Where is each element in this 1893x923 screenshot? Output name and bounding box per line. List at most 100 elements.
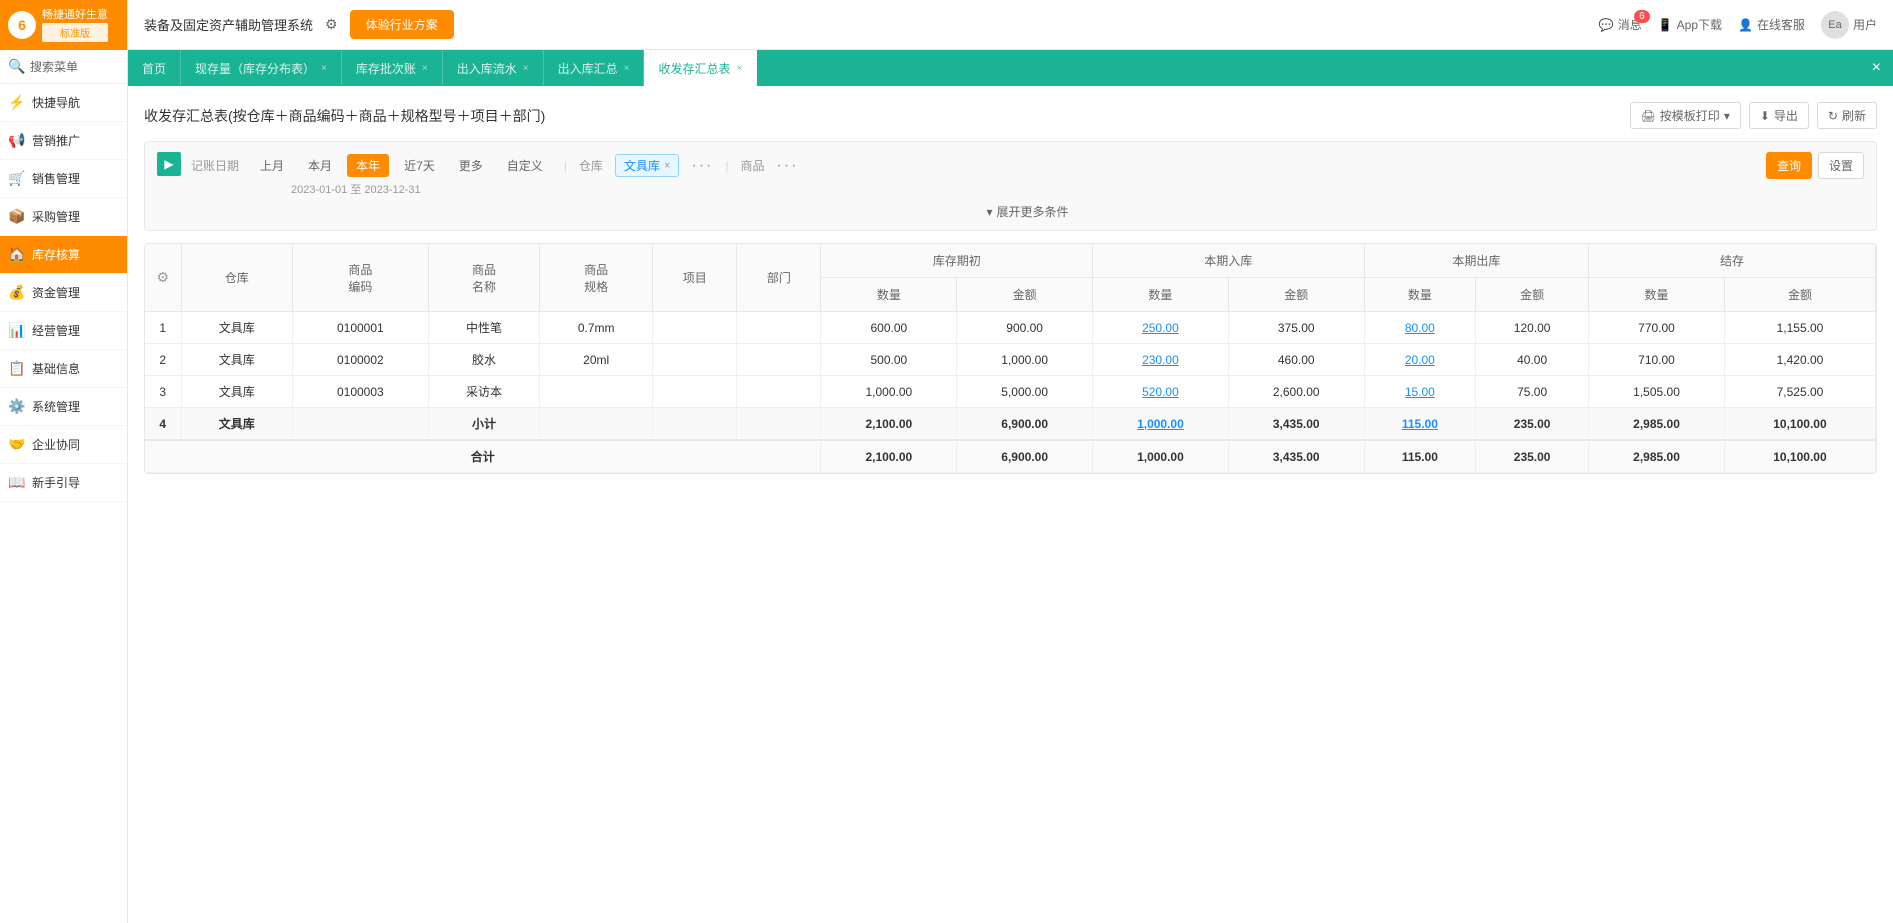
tab-home[interactable]: 首页 (128, 50, 181, 86)
date-btn-this-year[interactable]: 本年 (347, 154, 389, 177)
total-in-qty: 1,000.00 (1093, 440, 1229, 473)
quick-icon: ⚡ (8, 94, 26, 111)
cell-code (292, 408, 428, 441)
warehouse-more-button[interactable]: ··· (691, 157, 713, 175)
date-range-text: 2023-01-01 至 2023-12-31 (291, 184, 421, 196)
date-btn-more[interactable]: 更多 (450, 154, 492, 177)
th-warehouse: 仓库 (181, 244, 292, 312)
sidebar-item-sales[interactable]: 🛒 销售管理 (0, 160, 127, 198)
sidebar-item-system[interactable]: ⚙️ 系统管理 (0, 388, 127, 426)
table-settings-icon[interactable]: ⚙ (156, 269, 169, 285)
goods-more-button[interactable]: ··· (777, 157, 799, 175)
filter-divider-2: | (725, 159, 728, 173)
sidebar-item-marketing[interactable]: 📢 营销推广 (0, 122, 127, 160)
cell-in-qty: 520.00 (1093, 376, 1229, 408)
th-in-amt: 金额 (1228, 278, 1364, 312)
th-out-amt: 金额 (1476, 278, 1589, 312)
tab-recv-summary-close-icon[interactable]: × (736, 63, 742, 74)
cell-num: 3 (145, 376, 181, 408)
search-label: 搜索菜单 (30, 58, 78, 75)
sidebar-item-operation[interactable]: 📊 经营管理 (0, 312, 127, 350)
cell-dept (737, 376, 821, 408)
cell-name: 中性笔 (428, 312, 539, 344)
tab-batch[interactable]: 库存批次账 × (342, 50, 443, 86)
print-button[interactable]: 🖨 按模板打印 ▾ (1630, 102, 1741, 129)
avatar: Ea (1821, 11, 1849, 39)
cell-warehouse: 文具库 (181, 344, 292, 376)
date-btn-7days[interactable]: 近7天 (395, 154, 444, 177)
sidebar-item-basic[interactable]: 📋 基础信息 (0, 350, 127, 388)
tab-flow[interactable]: 出入库流水 × (443, 50, 544, 86)
cell-project (653, 344, 737, 376)
print-label: 按模板打印 (1660, 107, 1720, 124)
tab-batch-close-icon[interactable]: × (422, 63, 428, 74)
query-button[interactable]: 查询 (1766, 152, 1812, 179)
cell-close-amt: 1,420.00 (1724, 344, 1875, 376)
sidebar-item-corp[interactable]: 🤝 企业协同 (0, 426, 127, 464)
tab-summary-close-icon[interactable]: × (624, 63, 630, 74)
cell-open-qty: 1,000.00 (821, 376, 957, 408)
cell-project (653, 376, 737, 408)
sidebar: 6 畅捷通好生意 标准版 🔍 搜索菜单 ⚡ 快捷导航 📢 营销推广 🛒 销售管理… (0, 0, 128, 923)
date-btn-last-month[interactable]: 上月 (251, 154, 293, 177)
logo-tag: 标准版 (42, 23, 108, 42)
sidebar-item-inventory[interactable]: 🏠 库存核算 (0, 236, 127, 274)
th-project: 项目 (653, 244, 737, 312)
logo-text: 畅捷通好生意 (42, 8, 108, 22)
cell-dept (737, 408, 821, 441)
try-industry-button[interactable]: 体验行业方案 (350, 10, 454, 39)
settings-button[interactable]: 设置 (1818, 152, 1864, 179)
tab-recv-summary[interactable]: 收发存汇总表 × (644, 50, 757, 86)
cell-in-amt: 375.00 (1228, 312, 1364, 344)
refresh-icon: ↻ (1828, 109, 1838, 123)
date-btn-this-month[interactable]: 本月 (299, 154, 341, 177)
finance-icon: 💰 (8, 284, 26, 301)
settings-gear-icon[interactable]: ⚙ (325, 16, 338, 33)
table-header-group-row: ⚙ 仓库 商品编码 商品名称 商品规格 项目 部门 库存期初 本期入库 本期出库… (145, 244, 1876, 278)
service-label: 在线客服 (1757, 16, 1805, 33)
cell-in-qty: 230.00 (1093, 344, 1229, 376)
sidebar-item-finance[interactable]: 💰 资金管理 (0, 274, 127, 312)
app-download-button[interactable]: 📱 App下载 (1658, 16, 1722, 33)
service-icon: 👤 (1738, 18, 1753, 32)
cell-in-qty: 1,000.00 (1093, 408, 1229, 441)
tab-stock-dist-close-icon[interactable]: × (321, 63, 327, 74)
sidebar-item-search[interactable]: 🔍 搜索菜单 (0, 50, 127, 84)
cell-close-amt: 1,155.00 (1724, 312, 1875, 344)
message-button[interactable]: 💬 消息 6 (1599, 16, 1642, 33)
tab-batch-label: 库存批次账 (356, 60, 416, 77)
sidebar-item-guide[interactable]: 📖 新手引导 (0, 464, 127, 502)
th-code: 商品编码 (292, 244, 428, 312)
total-close-qty: 2,985.00 (1589, 440, 1725, 473)
date-btn-custom[interactable]: 自定义 (498, 154, 552, 177)
export-button[interactable]: ⬇ 导出 (1749, 102, 1809, 129)
expand-more-button[interactable]: ▾ 展开更多条件 (191, 197, 1864, 220)
th-in-group: 本期入库 (1093, 244, 1365, 278)
print-icon: 🖨 (1641, 109, 1656, 123)
sales-label: 销售管理 (32, 170, 80, 187)
cell-out-amt: 235.00 (1476, 408, 1589, 441)
logo-area: 6 畅捷通好生意 标准版 (0, 0, 127, 50)
sidebar-item-quick[interactable]: ⚡ 快捷导航 (0, 84, 127, 122)
refresh-button[interactable]: ↻ 刷新 (1817, 102, 1877, 129)
sidebar-item-purchase[interactable]: 📦 采购管理 (0, 198, 127, 236)
tab-summary[interactable]: 出入库汇总 × (544, 50, 645, 86)
tab-bar-close-button[interactable]: × (1860, 50, 1893, 86)
th-name: 商品名称 (428, 244, 539, 312)
cell-num: 2 (145, 344, 181, 376)
page-actions: 🖨 按模板打印 ▾ ⬇ 导出 ↻ 刷新 (1630, 102, 1877, 129)
cell-out-qty: 80.00 (1364, 312, 1476, 344)
online-service-button[interactable]: 👤 在线客服 (1738, 16, 1805, 33)
filter-toggle-button[interactable]: ▶ (157, 152, 181, 176)
tab-flow-close-icon[interactable]: × (523, 63, 529, 74)
user-menu[interactable]: Ea 用户 (1821, 11, 1877, 39)
warehouse-tag-close-icon[interactable]: × (664, 160, 670, 172)
export-icon: ⬇ (1760, 109, 1770, 123)
cell-in-amt: 3,435.00 (1228, 408, 1364, 441)
total-open-qty: 2,100.00 (821, 440, 957, 473)
tab-stock-dist[interactable]: 现存量（库存分布表） × (181, 50, 342, 86)
table-row: 2 文具库 0100002 胶水 20ml 500.00 1,000.00 23… (145, 344, 1876, 376)
total-label: 合计 (145, 440, 821, 473)
tab-bar: 首页 现存量（库存分布表） × 库存批次账 × 出入库流水 × 出入库汇总 × … (128, 50, 1893, 86)
logo-icon: 6 (8, 11, 36, 39)
